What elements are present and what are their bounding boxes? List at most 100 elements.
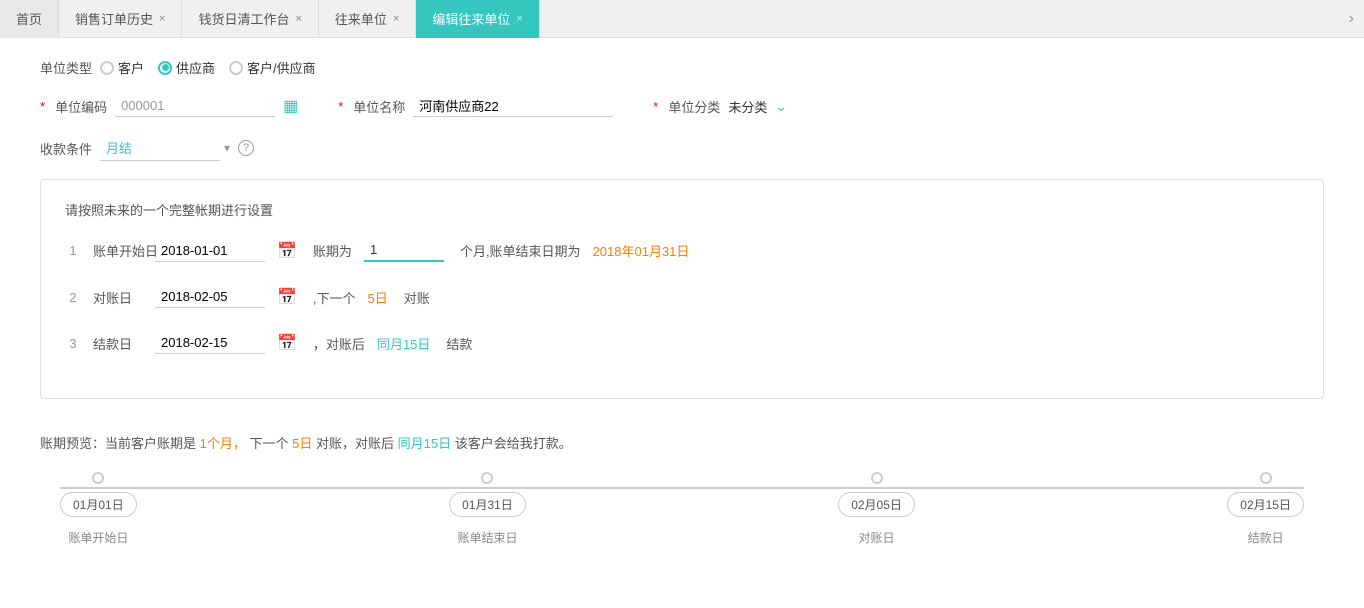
step-date-input-3[interactable] [155, 332, 265, 354]
radio-label-supplier: 供应商 [176, 58, 215, 77]
tab-edit-contact[interactable]: 编辑往来单位 × [416, 0, 539, 38]
preview-highlight2: 5日 [292, 436, 312, 451]
unit-code-input[interactable] [115, 95, 275, 117]
main-content: 单位类型 客户 供应商 客户/供应商 * 单位编码 [0, 38, 1364, 608]
required-star-cat: * [653, 99, 658, 114]
preview-highlight1: 1个月， [200, 436, 246, 451]
tab-contacts[interactable]: 往来单位 × [319, 0, 416, 38]
close-icon[interactable]: × [516, 13, 522, 25]
timeline-badge-1: 01月31日 [449, 492, 526, 517]
radio-label-customer: 客户 [118, 58, 144, 77]
radio-circle-customer [100, 61, 114, 75]
unit-type-row: 单位类型 客户 供应商 客户/供应商 [40, 58, 1324, 77]
timeline-points: 01月01日 账单开始日 01月31日 账单结束日 02月05日 对账日 02月… [60, 472, 1304, 546]
unit-type-label: 单位类型 [40, 58, 92, 77]
unit-category-label: 单位分类 [668, 97, 720, 116]
preview-middle1: 下一个 [250, 436, 289, 451]
timeline-badge-2: 02月05日 [838, 492, 915, 517]
radio-customer[interactable]: 客户 [100, 58, 144, 77]
preview-middle2: 对账，对账后 [316, 436, 394, 451]
step-row-2: 2 对账日 📅 ,下一个 5日 对账 [65, 286, 1299, 308]
timeline-badge-3: 02月15日 [1227, 492, 1304, 517]
timeline-label-1: 账单结束日 [457, 529, 517, 546]
help-icon[interactable]: ? [238, 140, 254, 156]
step-date-input-1[interactable] [155, 240, 265, 262]
radio-circle-both [229, 61, 243, 75]
step-name-2: 对账日 [93, 288, 143, 307]
unit-category-value: 未分类 [728, 97, 767, 116]
tab-home[interactable]: 首页 [0, 0, 59, 38]
preview-suffix: 该客户会给我打款。 [455, 436, 572, 451]
step-num-2: 2 [65, 290, 81, 305]
step-row-1: 1 账单开始日 📅 账期为 个月,账单结束日期为 2018年01月31日 [65, 239, 1299, 262]
timeline-badge-0: 01月01日 [60, 492, 137, 517]
preview-highlight3: 同月15日 [398, 436, 451, 451]
unit-category-select[interactable]: 未分类 ⌄ [728, 97, 787, 116]
timeline-label-0: 账单开始日 [68, 529, 128, 546]
radio-circle-supplier [158, 61, 172, 75]
payment-terms-field: 收款条件 月结 ▾ ? [40, 135, 254, 161]
calendar-icon-3[interactable]: 📅 [277, 333, 297, 353]
step-desc-suffix-2: 对账 [404, 288, 430, 307]
preview-prefix: 账期预览：当前客户账期是 [40, 436, 196, 451]
close-icon[interactable]: × [393, 13, 399, 25]
tab-cashflow-workspace[interactable]: 钱货日清工作台 × [182, 0, 318, 38]
payment-terms-value: 月结 [100, 135, 220, 161]
chevron-down-icon: ⌄ [775, 98, 787, 115]
timeline-dot-2 [871, 472, 883, 484]
scroll-right-button[interactable]: › [1339, 0, 1364, 38]
calendar-icon-1[interactable]: 📅 [277, 241, 297, 261]
unit-type-field: 单位类型 客户 供应商 客户/供应商 [40, 58, 316, 77]
reconcile-day-highlight: 5日 [368, 288, 388, 307]
preview-text: 账期预览：当前客户账期是 1个月， 下一个 5日 对账，对账后 同月15日 该客… [40, 433, 1324, 452]
step-num-3: 3 [65, 336, 81, 351]
timeline-point-1: 01月31日 账单结束日 [449, 472, 526, 546]
step-desc-suffix-1: 个月,账单结束日期为 [460, 241, 581, 260]
radio-both[interactable]: 客户/供应商 [229, 58, 316, 77]
preview-section: 账期预览：当前客户账期是 1个月， 下一个 5日 对账，对账后 同月15日 该客… [40, 419, 1324, 546]
close-icon[interactable]: × [159, 13, 165, 25]
tab-sales-order-history[interactable]: 销售订单历史 × [59, 0, 182, 38]
timeline-point-2: 02月05日 对账日 [838, 472, 915, 546]
unit-code-label: 单位编码 [55, 97, 107, 116]
timeline-dot-1 [481, 472, 493, 484]
step-date-input-2[interactable] [155, 286, 265, 308]
unit-name-label: 单位名称 [353, 97, 405, 116]
settings-title: 请按照未来的一个完整帐期进行设置 [65, 200, 1299, 219]
settings-box: 请按照未来的一个完整帐期进行设置 1 账单开始日 📅 账期为 个月,账单结束日期… [40, 179, 1324, 399]
period-num-input[interactable] [364, 239, 444, 262]
timeline-label-2: 对账日 [859, 529, 895, 546]
unit-code-field: * 单位编码 ▦ [40, 95, 298, 117]
timeline-dot-3 [1260, 472, 1272, 484]
timeline-point-0: 01月01日 账单开始日 [60, 472, 137, 546]
step-desc-suffix-3: 结款 [446, 334, 472, 353]
unit-category-field: * 单位分类 未分类 ⌄ [653, 97, 787, 116]
step-desc-prefix-2: ,下一个 [313, 288, 356, 307]
step-desc-prefix-1: 账期为 [313, 241, 352, 260]
radio-supplier[interactable]: 供应商 [158, 58, 215, 77]
end-date-highlight: 2018年01月31日 [593, 241, 690, 260]
chevron-down-icon: ▾ [224, 141, 230, 155]
unit-type-radio-group: 客户 供应商 客户/供应商 [100, 58, 316, 77]
calendar-icon-2[interactable]: 📅 [277, 287, 297, 307]
required-star-name: * [338, 99, 343, 114]
unit-name-field: * 单位名称 [338, 95, 613, 117]
payment-day-highlight: 同月15日 [377, 334, 430, 353]
timeline-point-3: 02月15日 结款日 [1227, 472, 1304, 546]
unit-name-input[interactable] [413, 95, 613, 117]
copy-icon[interactable]: ▦ [283, 96, 298, 116]
radio-label-both: 客户/供应商 [247, 58, 316, 77]
payment-terms-row: 收款条件 月结 ▾ ? [40, 135, 1324, 161]
payment-terms-label: 收款条件 [40, 139, 92, 158]
payment-terms-select[interactable]: 月结 ▾ [100, 135, 230, 161]
step-desc-prefix-3: ，对账后 [313, 334, 365, 353]
timeline: 01月01日 账单开始日 01月31日 账单结束日 02月05日 对账日 02月… [40, 472, 1324, 546]
timeline-label-3: 结款日 [1248, 529, 1284, 546]
step-name-1: 账单开始日 [93, 241, 143, 260]
step-num-1: 1 [65, 243, 81, 258]
timeline-dot-0 [92, 472, 104, 484]
close-icon[interactable]: × [295, 13, 301, 25]
required-star: * [40, 99, 45, 114]
step-name-3: 结款日 [93, 334, 143, 353]
unit-info-row: * 单位编码 ▦ * 单位名称 * 单位分类 未分类 ⌄ [40, 95, 1324, 117]
